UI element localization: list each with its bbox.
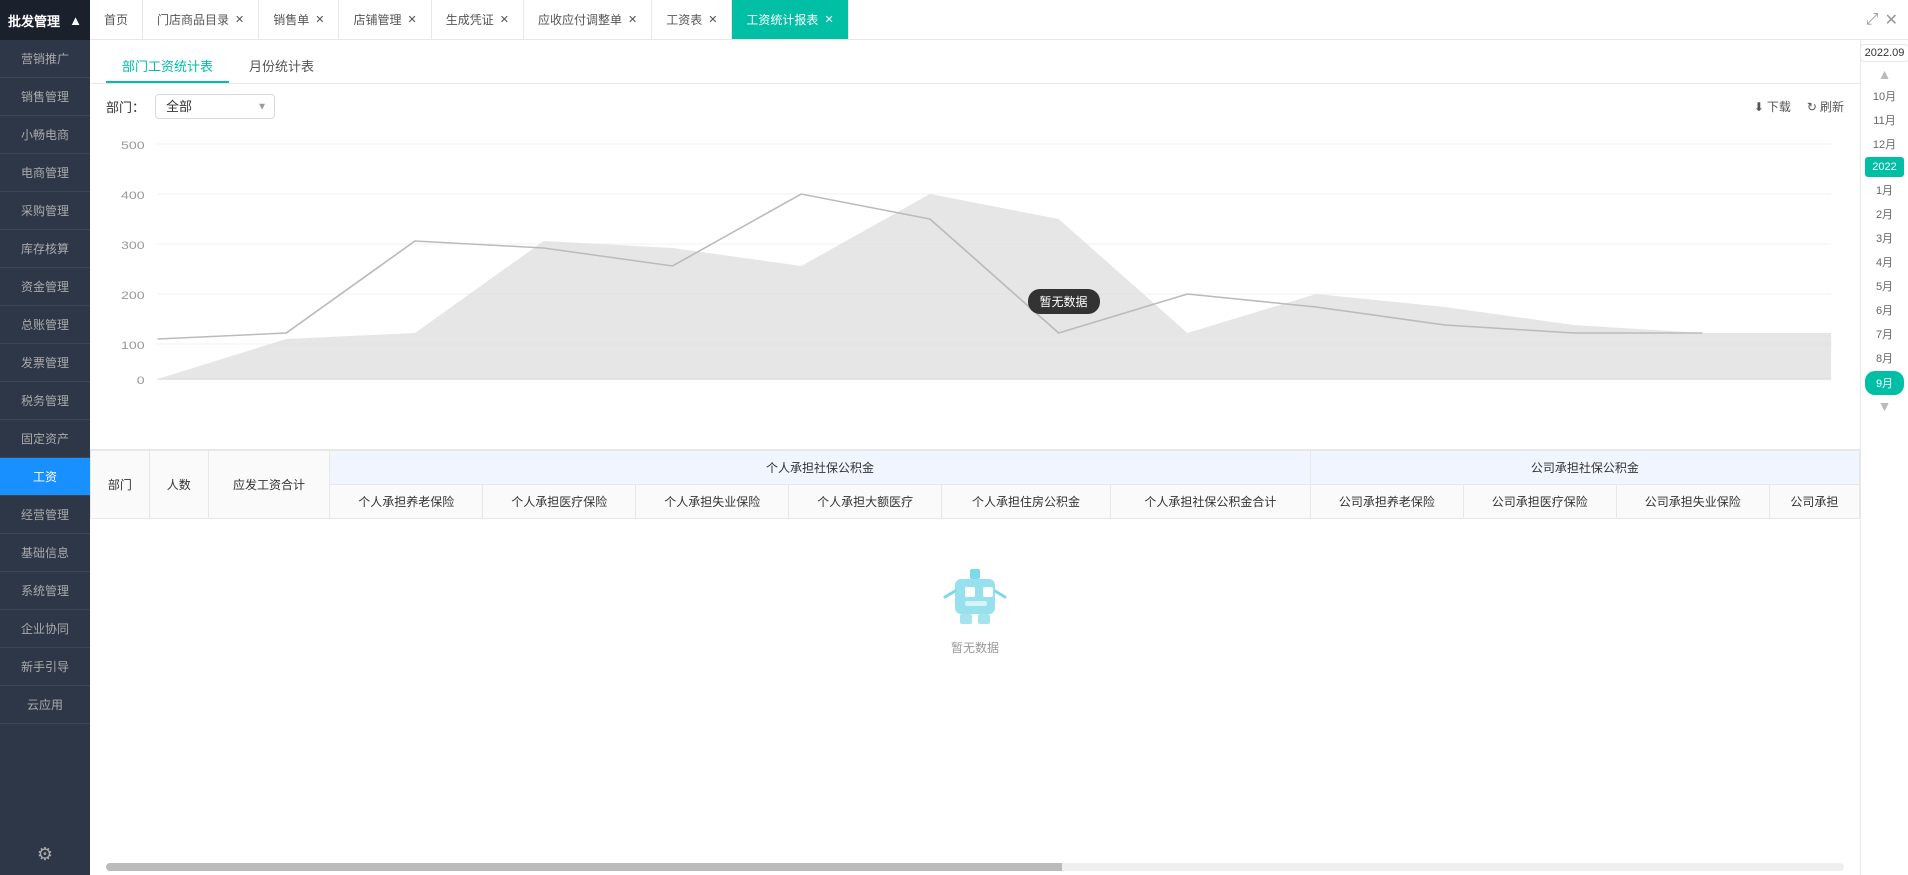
svg-text:400: 400 [121,189,145,201]
sidebar: 批发管理 ▲ 营销推广销售管理小畅电商电商管理采购管理库存核算资金管理总账管理发… [0,0,90,875]
timeline-item-7月[interactable]: 7月 [1861,322,1908,346]
inner-content: 部门工资统计表 月份统计表 部门： 全部 ⬇ 下载 ↻ 刷新 [90,40,1860,875]
timeline-item-10月[interactable]: 10月 [1861,84,1908,108]
tab-工资表[interactable]: 工资表✕ [652,0,732,39]
sidebar-item-云应用[interactable]: 云应用 [0,686,90,724]
tab-month-stats[interactable]: 月份统计表 [233,50,330,83]
timeline-up-icon[interactable]: ▲ [1876,64,1894,84]
sidebar-item-采购管理[interactable]: 采购管理 [0,192,90,230]
toolbar-right: ⬇ 下载 ↻ 刷新 [1754,98,1844,115]
sidebar-item-新手引导[interactable]: 新手引导 [0,648,90,686]
sidebar-item-总账管理[interactable]: 总账管理 [0,306,90,344]
col-count: 人数 [149,451,208,519]
tab-close-icon[interactable]: ✕ [235,13,244,26]
dept-select[interactable]: 全部 [155,94,275,119]
col-dept: 部门 [91,451,150,519]
dept-label: 部门： [106,97,145,116]
tab-门店商品目录[interactable]: 门店商品目录✕ [143,0,259,39]
tab-close-icon[interactable]: ✕ [315,13,324,26]
tab-close-icon[interactable]: ✕ [628,13,637,26]
table-area[interactable]: 部门 人数 应发工资合计 个人承担社保公积金 公司承担社保公积金 个人承担养老保… [90,449,1860,859]
svg-text:0: 0 [137,374,145,386]
sidebar-item-系统管理[interactable]: 系统管理 [0,572,90,610]
timeline-item-2月[interactable]: 2月 [1861,202,1908,226]
tab-bar: 首页门店商品目录✕销售单✕店铺管理✕生成凭证✕应收应付调整单✕工资表✕工资统计报… [90,0,1908,40]
chart-area: 500 400 300 200 100 0 [90,129,1860,449]
svg-text:300: 300 [121,239,145,251]
sidebar-item-发票管理[interactable]: 发票管理 [0,344,90,382]
col-group-company: 公司承担社保公积金 [1310,451,1859,485]
sidebar-item-销售管理[interactable]: 销售管理 [0,78,90,116]
tab-dept-stats[interactable]: 部门工资统计表 [106,50,229,83]
timeline-item-4月[interactable]: 4月 [1861,250,1908,274]
tab-close-icon[interactable]: ✕ [824,13,833,26]
main-area: 首页门店商品目录✕销售单✕店铺管理✕生成凭证✕应收应付调整单✕工资表✕工资统计报… [90,0,1908,875]
sidebar-item-工资[interactable]: 工资 [0,458,90,496]
svg-text:500: 500 [121,139,145,151]
svg-text:200: 200 [121,289,145,301]
sidebar-item-经营管理[interactable]: 经营管理 [0,496,90,534]
tabs-container: 首页门店商品目录✕销售单✕店铺管理✕生成凭证✕应收应付调整单✕工资表✕工资统计报… [90,0,849,39]
timeline-item-5月[interactable]: 5月 [1861,274,1908,298]
sidebar-item-固定资产[interactable]: 固定资产 [0,420,90,458]
timeline-item-11月[interactable]: 11月 [1861,108,1908,132]
tab-首页[interactable]: 首页 [90,0,143,39]
restore-window-icon[interactable]: ⤢ [1866,11,1879,29]
content-area: 部门工资统计表 月份统计表 部门： 全部 ⬇ 下载 ↻ 刷新 [90,40,1908,875]
tab-bar-actions: ⤢ ✕ [1856,10,1908,30]
close-window-icon[interactable]: ✕ [1885,10,1898,30]
sidebar-item-资金管理[interactable]: 资金管理 [0,268,90,306]
sub-col-row: 个人承担养老保险 个人承担医疗保险 个人承担失业保险 个人承担大额医疗 个人承担… [91,485,1860,519]
timeline-panel: 2022.09 ▲ 10月11月12月20221月2月3月4月5月6月7月8月9… [1860,40,1908,875]
chart-tooltip: 暂无数据 [1027,289,1099,314]
download-button[interactable]: ⬇ 下载 [1754,98,1791,115]
no-data-robot-icon [935,559,1015,629]
no-data-text: 暂无数据 [951,639,999,656]
sidebar-item-小畅电商[interactable]: 小畅电商 [0,116,90,154]
table-row: 暂无数据 [91,519,1860,697]
sidebar-item-税务管理[interactable]: 税务管理 [0,382,90,420]
timeline-item-8月[interactable]: 8月 [1861,346,1908,370]
tab-close-icon[interactable]: ✕ [708,13,717,26]
refresh-button[interactable]: ↻ 刷新 [1807,98,1844,115]
col-total-wage: 应发工资合计 [208,451,330,519]
timeline-item-9月[interactable]: 9月 [1865,371,1904,395]
no-data-area: 暂无数据 [91,519,1860,696]
sidebar-item-电商管理[interactable]: 电商管理 [0,154,90,192]
timeline-year-badge[interactable]: 2022.09 [1860,44,1908,62]
tab-店铺管理[interactable]: 店铺管理✕ [339,0,431,39]
sidebar-settings-icon[interactable]: ⚙ [0,834,90,875]
toolbar-left: 部门： 全部 [106,94,275,119]
sidebar-item-库存核算[interactable]: 库存核算 [0,230,90,268]
tab-销售单[interactable]: 销售单✕ [259,0,339,39]
timeline-item-6月[interactable]: 6月 [1861,298,1908,322]
timeline-item-12月[interactable]: 12月 [1861,132,1908,156]
tab-应收应付调整单[interactable]: 应收应付调整单✕ [524,0,652,39]
tab-close-icon[interactable]: ✕ [408,13,417,26]
sidebar-item-营销推广[interactable]: 营销推广 [0,40,90,78]
tab-工资统计报表[interactable]: 工资统计报表✕ [732,0,848,39]
sidebar-item-基础信息[interactable]: 基础信息 [0,534,90,572]
timeline-item-1月[interactable]: 1月 [1861,178,1908,202]
line-chart: 500 400 300 200 100 0 [106,129,1844,399]
tab-生成凭证[interactable]: 生成凭证✕ [432,0,524,39]
timeline-down-icon[interactable]: ▼ [1876,396,1894,416]
toolbar: 部门： 全部 ⬇ 下载 ↻ 刷新 [90,84,1860,129]
sidebar-header: 批发管理 ▲ [0,0,90,40]
sidebar-collapse-icon[interactable]: ▲ [69,13,82,28]
sidebar-title: 批发管理 [8,11,60,30]
svg-text:100: 100 [121,339,145,351]
sub-tab-bar: 部门工资统计表 月份统计表 [90,40,1860,84]
sidebar-item-企业协同[interactable]: 企业协同 [0,610,90,648]
horizontal-scrollbar[interactable] [106,863,1844,871]
sidebar-nav: 营销推广销售管理小畅电商电商管理采购管理库存核算资金管理总账管理发票管理税务管理… [0,40,90,724]
timeline-items: 10月11月12月20221月2月3月4月5月6月7月8月9月 [1861,84,1908,396]
data-table: 部门 人数 应发工资合计 个人承担社保公积金 公司承担社保公积金 个人承担养老保… [90,450,1860,696]
dept-select-wrapper[interactable]: 全部 [155,94,275,119]
timeline-item-3月[interactable]: 3月 [1861,226,1908,250]
tab-close-icon[interactable]: ✕ [500,13,509,26]
col-group-personal: 个人承担社保公积金 [330,451,1311,485]
timeline-item-2022[interactable]: 2022 [1865,157,1904,177]
